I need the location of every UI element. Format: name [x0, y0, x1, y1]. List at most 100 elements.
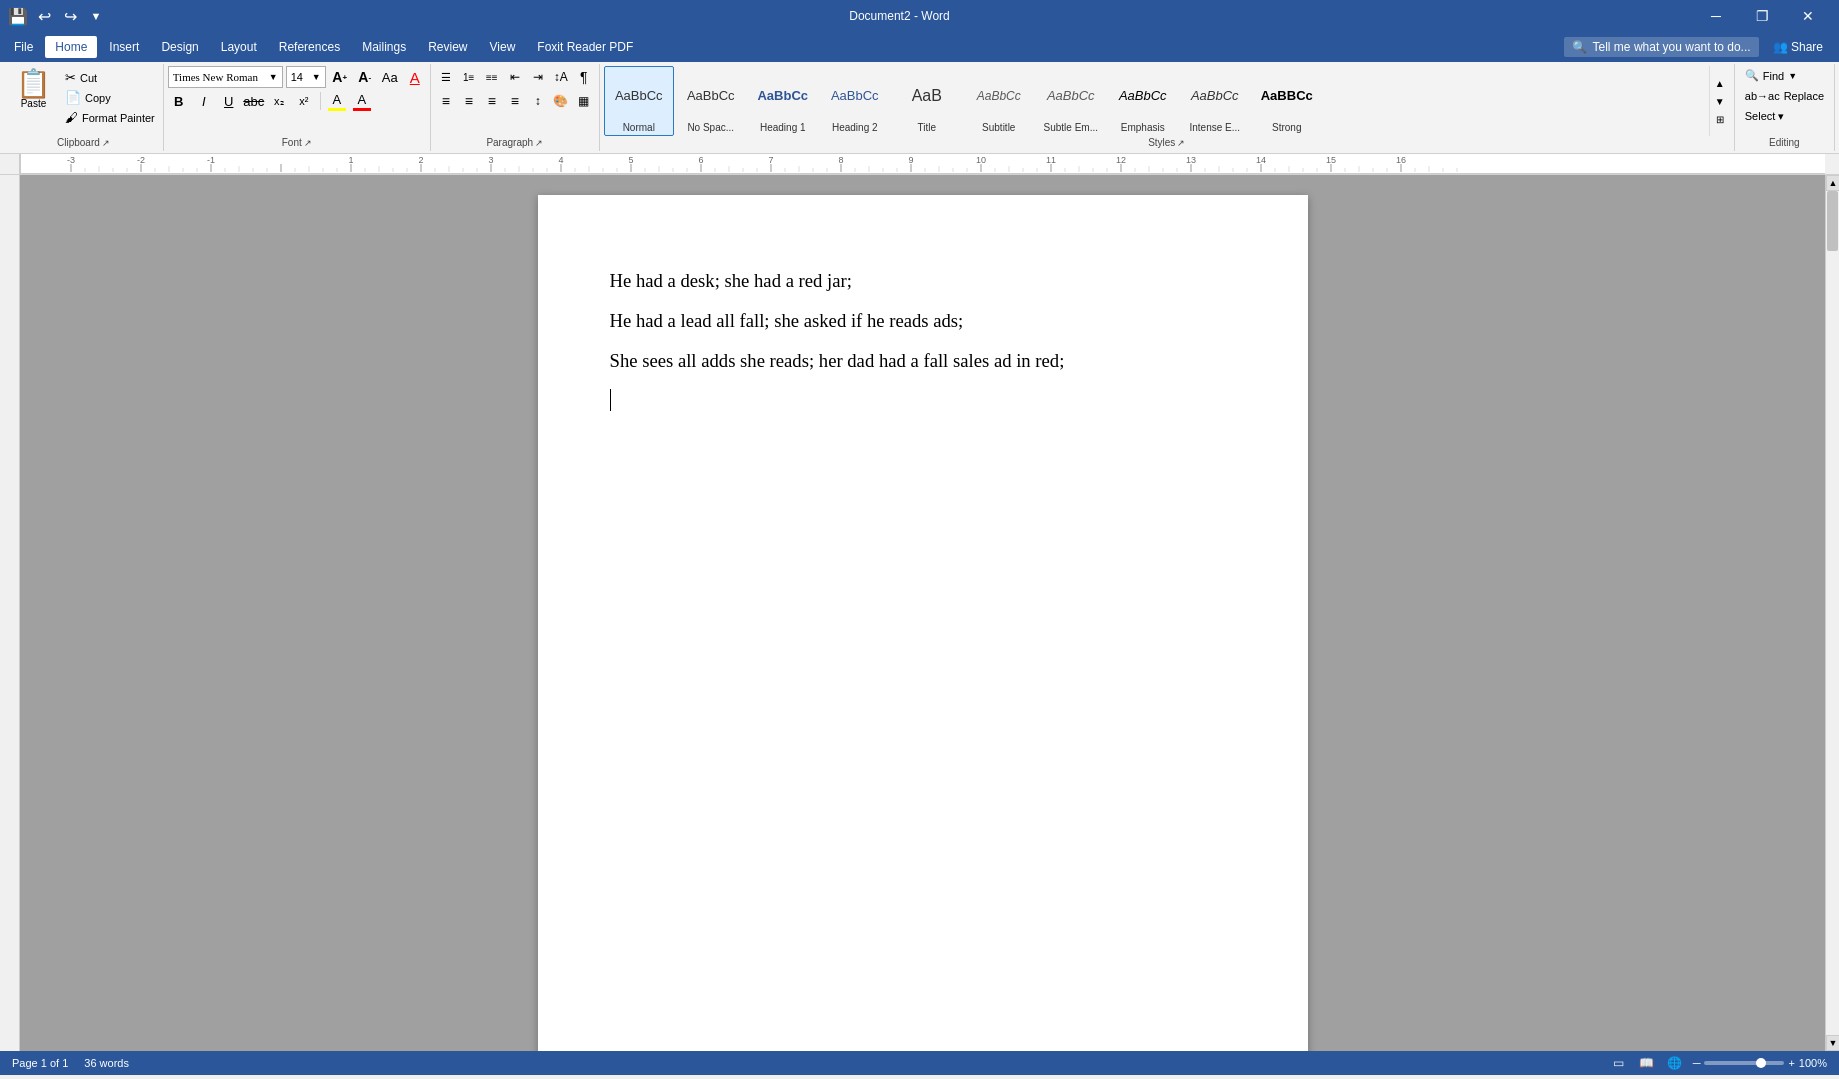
menu-references[interactable]: References [269, 36, 350, 58]
styles-expand-icon[interactable]: ↗ [1177, 138, 1185, 148]
scroll-down-button[interactable]: ▼ [1826, 1035, 1839, 1051]
style-item-no-spacing[interactable]: AaBbCc No Spac... [676, 66, 746, 136]
styles-more[interactable]: ⊞ [1712, 111, 1728, 127]
zoom-out-button[interactable]: ─ [1693, 1057, 1701, 1069]
multilevel-button[interactable]: ≡≡ [481, 66, 503, 88]
document-paragraph-4[interactable] [610, 387, 1236, 415]
style-item-emphasis[interactable]: AaBbCc Emphasis [1108, 66, 1178, 136]
web-layout-button[interactable]: 🌐 [1665, 1053, 1685, 1073]
zoom-in-button[interactable]: + [1788, 1057, 1794, 1069]
style-item-heading2[interactable]: AaBbCc Heading 2 [820, 66, 890, 136]
menu-search[interactable]: 🔍 Tell me what you want to do... [1564, 37, 1759, 57]
clear-format-button[interactable]: A [404, 66, 426, 88]
styles-scroll-up[interactable]: ▲ [1712, 75, 1728, 91]
style-preview-no-spacing: AaBbCc [687, 69, 735, 122]
underline-button[interactable]: U [218, 90, 240, 112]
scroll-thumb[interactable] [1827, 191, 1838, 251]
paste-button[interactable]: 📋 Paste [8, 66, 59, 113]
menu-insert[interactable]: Insert [99, 36, 149, 58]
undo-icon[interactable]: ↩ [34, 7, 54, 26]
style-item-intense-e[interactable]: AaBbCc Intense E... [1180, 66, 1250, 136]
show-marks-button[interactable]: ¶ [573, 66, 595, 88]
style-item-subtle-em[interactable]: AaBbCc Subtle Em... [1036, 66, 1106, 136]
sort-button[interactable]: ↕A [550, 66, 572, 88]
change-case-button[interactable]: Aa [379, 66, 401, 88]
numbering-button[interactable]: 1≡ [458, 66, 480, 88]
style-item-normal[interactable]: AaBbCc Normal [604, 66, 674, 136]
menu-review[interactable]: Review [418, 36, 477, 58]
search-placeholder: Tell me what you want to do... [1593, 40, 1751, 54]
menu-file[interactable]: File [4, 36, 43, 58]
restore-button[interactable]: ❐ [1739, 0, 1785, 32]
bold-button[interactable]: B [168, 90, 190, 112]
font-size-select[interactable]: 14 ▼ [286, 66, 326, 88]
font-color-button[interactable]: A [351, 92, 373, 111]
shrink-font-button[interactable]: A- [354, 66, 376, 88]
menu-bar: File Home Insert Design Layout Reference… [0, 32, 1839, 62]
style-label-emphasis: Emphasis [1121, 122, 1165, 133]
menu-home[interactable]: Home [45, 36, 97, 58]
font-size: 14 [291, 71, 303, 83]
save-icon[interactable]: 💾 [8, 7, 28, 26]
zoom-thumb[interactable] [1756, 1058, 1766, 1068]
increase-indent-button[interactable]: ⇥ [527, 66, 549, 88]
style-item-heading1[interactable]: AaBbCc Heading 1 [748, 66, 818, 136]
select-button[interactable]: Select ▾ [1739, 107, 1791, 126]
copy-button[interactable]: 📄 Copy [61, 88, 159, 107]
style-preview-emphasis: AaBbCc [1119, 69, 1167, 122]
svg-text:16: 16 [1396, 155, 1406, 165]
replace-button[interactable]: ab→ac Replace [1739, 87, 1830, 105]
menu-design[interactable]: Design [151, 36, 208, 58]
decrease-indent-button[interactable]: ⇤ [504, 66, 526, 88]
copy-icon: 📄 [65, 90, 81, 105]
justify-button[interactable]: ≡ [504, 90, 526, 112]
font-family-select[interactable]: Times New Roman ▼ [168, 66, 283, 88]
redo-icon[interactable]: ↪ [60, 7, 80, 26]
style-item-title[interactable]: AaB Title [892, 66, 962, 136]
document-paragraph-3[interactable]: She sees all adds she reads; her dad had… [610, 347, 1236, 375]
line-spacing-button[interactable]: ↕ [527, 90, 549, 112]
bullets-button[interactable]: ☰ [435, 66, 457, 88]
strikethrough-button[interactable]: abc [243, 90, 265, 112]
scroll-up-button[interactable]: ▲ [1826, 175, 1839, 191]
format-painter-button[interactable]: 🖌 Format Painter [61, 108, 159, 127]
document-scroll[interactable]: He had a desk; she had a red jar; He had… [20, 175, 1825, 1051]
menu-view[interactable]: View [480, 36, 526, 58]
superscript-button[interactable]: x² [293, 90, 315, 112]
find-button[interactable]: 🔍 Find ▼ [1739, 66, 1803, 85]
styles-scroll-down[interactable]: ▼ [1712, 93, 1728, 109]
paragraph-expand-icon[interactable]: ↗ [535, 138, 543, 148]
close-button[interactable]: ✕ [1785, 0, 1831, 32]
borders-button[interactable]: ▦ [573, 90, 595, 112]
menu-mailings[interactable]: Mailings [352, 36, 416, 58]
shading-button[interactable]: 🎨 [550, 90, 572, 112]
document-paragraph-1[interactable]: He had a desk; she had a red jar; [610, 267, 1236, 295]
style-item-strong[interactable]: AaBBCc Strong [1252, 66, 1322, 136]
font-expand-icon[interactable]: ↗ [304, 138, 312, 148]
print-layout-button[interactable]: ▭ [1609, 1053, 1629, 1073]
svg-text:10: 10 [976, 155, 986, 165]
share-button[interactable]: 👥 Share [1761, 36, 1835, 58]
align-right-button[interactable]: ≡ [481, 90, 503, 112]
align-left-button[interactable]: ≡ [435, 90, 457, 112]
grow-font-button[interactable]: A+ [329, 66, 351, 88]
styles-group-content: AaBbCc Normal AaBbCc No Spac... AaBbCc H… [604, 66, 1730, 136]
document-page[interactable]: He had a desk; she had a red jar; He had… [538, 195, 1308, 1051]
cut-button[interactable]: ✂ Cut [61, 68, 159, 87]
title-bar-icons: 💾 ↩ ↪ ▼ [8, 7, 106, 26]
read-mode-button[interactable]: 📖 [1637, 1053, 1657, 1073]
italic-button[interactable]: I [193, 90, 215, 112]
customize-icon[interactable]: ▼ [86, 10, 106, 22]
scroll-track[interactable] [1826, 191, 1839, 1035]
minimize-button[interactable]: ─ [1693, 0, 1739, 32]
subscript-button[interactable]: x₂ [268, 90, 290, 112]
zoom-slider[interactable] [1704, 1061, 1784, 1065]
clipboard-expand-icon[interactable]: ↗ [102, 138, 110, 148]
style-item-subtitle[interactable]: AaBbCc Subtitle [964, 66, 1034, 136]
document-paragraph-2[interactable]: He had a lead all fall; she asked if he … [610, 307, 1236, 335]
text-highlight-button[interactable]: A [326, 92, 348, 111]
align-center-button[interactable]: ≡ [458, 90, 480, 112]
svg-text:6: 6 [698, 155, 703, 165]
menu-layout[interactable]: Layout [211, 36, 267, 58]
menu-foxit[interactable]: Foxit Reader PDF [527, 36, 643, 58]
